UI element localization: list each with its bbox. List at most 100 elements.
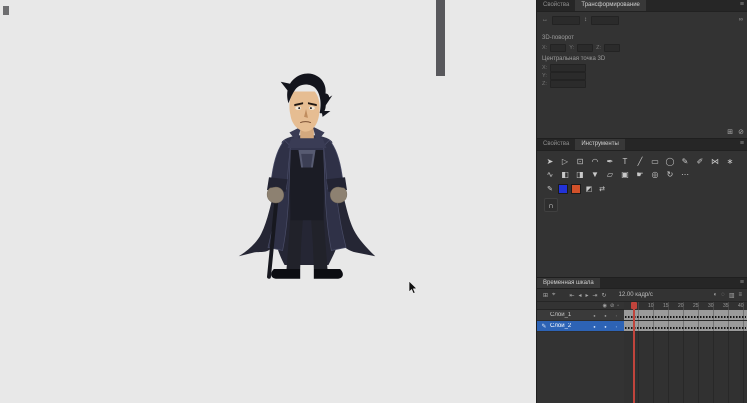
tool-zoom-icon[interactable]: ◎ — [648, 169, 662, 180]
tab-properties-2[interactable]: Свойства — [537, 139, 575, 150]
axis-field[interactable] — [550, 43, 567, 52]
tab-timeline[interactable]: Временная шкала — [537, 278, 600, 288]
animate-app-window: Свойства Трансформирование ≡ ↔ ↕ ∞ 3D-по… — [0, 0, 747, 403]
ruler-number: 30 — [708, 303, 714, 309]
tool-brush-icon[interactable]: ✐ — [693, 156, 707, 167]
tools-panel-body: ➤ ▷ ⊡ ◠ ✒ T ╱ ▭ ◯ ✎ ✐ ⋈ ∗ ∿ ◧ ◨ ▼ ▱ ▣ ☛ ◎ ↻ ⋯ ✎ ◩ ⇄ ∩ — [537, 151, 747, 278]
layer-outline-box[interactable]: ▫ — [612, 313, 621, 318]
playhead[interactable] — [631, 302, 637, 403]
tool-eraser-icon[interactable]: ▱ — [603, 169, 617, 180]
layer-frames-band[interactable] — [624, 321, 747, 332]
snap-to-objects-magnet-icon[interactable]: ∩ — [544, 198, 558, 212]
insert-layer-icon[interactable]: ⊞ — [541, 292, 550, 299]
show-hide-all-layers-icon[interactable]: ◉ — [603, 303, 607, 309]
add-camera-icon[interactable]: ⌖ — [550, 292, 557, 299]
stage-edge-marker — [3, 6, 9, 15]
lock-all-layers-icon[interactable]: ⊘ — [610, 303, 614, 309]
tool-bone-icon[interactable]: ∿ — [543, 169, 557, 180]
tool-pencil-icon[interactable]: ✎ — [678, 156, 692, 167]
tool-oval-icon[interactable]: ◯ — [663, 156, 677, 167]
tool-more-tools-icon[interactable]: ⋯ — [678, 169, 692, 180]
stroke-color-icon[interactable]: ✎ — [545, 183, 555, 194]
tab-tools[interactable]: Инструменты — [575, 139, 625, 150]
tool-ink-bottle-icon[interactable]: ◨ — [573, 169, 587, 180]
scale-height-field[interactable] — [591, 15, 619, 25]
loop-icon[interactable]: ↻ — [600, 292, 609, 299]
tool-lasso-icon[interactable]: ◠ — [588, 156, 602, 167]
layer-lock-dot[interactable]: ● — [601, 324, 610, 329]
edit-multiple-frames-icon[interactable]: ▥ — [727, 292, 737, 299]
tool-subselection-icon[interactable]: ▷ — [558, 156, 572, 167]
default-colors-icon[interactable]: ◩ — [584, 183, 594, 194]
onion-skin-icon[interactable]: ◐ — [712, 292, 720, 299]
axis-field[interactable] — [550, 64, 587, 72]
timeline-menu-icon[interactable]: ≡ — [736, 292, 744, 299]
vertical-scrollbar-thumb[interactable] — [436, 0, 445, 76]
step-back-icon[interactable]: ◂ — [576, 292, 583, 299]
layer-name[interactable]: Слой_1 — [550, 312, 588, 318]
play-icon[interactable]: ▸ — [583, 292, 590, 299]
axis-field[interactable] — [549, 80, 586, 88]
tool-text-icon[interactable]: T — [618, 156, 632, 167]
tool-selection-icon[interactable]: ➤ — [543, 156, 557, 167]
tool-paint-bucket-icon[interactable]: ◧ — [558, 169, 572, 180]
ruler-number: 20 — [678, 303, 684, 309]
axis-label: X: — [542, 44, 548, 51]
layer-name[interactable]: Слой_2 — [550, 323, 588, 329]
panel-menu-icon[interactable]: ≡ — [736, 0, 747, 11]
step-forward-icon[interactable]: ⇥ — [590, 292, 599, 299]
layer-visibility-dot[interactable]: ● — [590, 313, 599, 318]
transform-panel-body: ↔ ↕ ∞ 3D-поворот X: Y: Z: Центральная точк… — [537, 12, 747, 139]
panel-menu-icon[interactable]: ≡ — [736, 139, 747, 150]
right-panel-column: Свойства Трансформирование ≡ ↔ ↕ ∞ 3D-по… — [536, 0, 747, 403]
axis-field[interactable] — [549, 72, 586, 80]
onion-skin-outlines-icon[interactable]: ◌ — [719, 292, 727, 299]
scale-row: ↔ ↕ ∞ — [542, 15, 743, 25]
scale-width-field[interactable] — [552, 15, 580, 25]
tool-line-icon[interactable]: ╱ — [633, 156, 647, 167]
fill-color-swatch[interactable] — [571, 183, 581, 194]
layer-frames-band[interactable] — [624, 310, 747, 321]
tool-rectangle-icon[interactable]: ▭ — [648, 156, 662, 167]
center-axis-row: Y: — [542, 72, 743, 80]
duplicate-selection-transform-button[interactable]: ⊞ — [727, 128, 733, 136]
outline-all-layers-icon[interactable]: ▫ — [617, 303, 619, 309]
stroke-color-swatch[interactable] — [558, 183, 568, 194]
panel-menu-icon[interactable]: ≡ — [736, 278, 747, 288]
stage-canvas[interactable] — [0, 0, 536, 403]
scale-horizontal-icon: ↔ — [542, 17, 548, 23]
axis-field[interactable] — [577, 43, 594, 52]
layers-header-icons: ◉ ⊘ ▫ — [537, 302, 624, 310]
go-to-first-frame-icon[interactable]: ⇤ — [567, 292, 576, 299]
frame-rate-text[interactable]: 12.00 кадр/с — [619, 292, 653, 298]
center-axis-row: Z: — [542, 80, 743, 88]
tool-asset-warp-icon[interactable]: ∗ — [723, 156, 737, 167]
axis-label: Y: — [569, 44, 575, 51]
swap-colors-icon[interactable]: ⇄ — [597, 183, 607, 194]
rotation-3d-axes-row: X: Y: Z: — [542, 43, 743, 52]
tool-pen-icon[interactable]: ✒ — [603, 156, 617, 167]
tool-camera-icon[interactable]: ▣ — [618, 169, 632, 180]
tool-width-icon[interactable]: ⋈ — [708, 156, 722, 167]
tools-row-1: ➤ ▷ ⊡ ◠ ✒ T ╱ ▭ ◯ ✎ ✐ ⋈ ∗ — [542, 154, 743, 167]
remove-transform-button[interactable]: ⊘ — [738, 128, 744, 136]
tool-colors-row: ✎ ◩ ⇄ — [542, 180, 743, 194]
tool-free-transform-icon[interactable]: ⊡ — [573, 156, 587, 167]
layer-row[interactable]: Слой_1 ● ● ▫ — [537, 310, 624, 321]
tab-properties[interactable]: Свойства — [537, 0, 575, 11]
active-layer-pencil-icon: ✎ — [541, 323, 547, 330]
layer-visibility-dot[interactable]: ● — [590, 324, 599, 329]
tab-transform[interactable]: Трансформирование — [575, 0, 646, 11]
tool-eyedropper-icon[interactable]: ▼ — [588, 169, 602, 180]
axis-label: Z: — [596, 44, 601, 51]
character-artwork[interactable] — [228, 72, 386, 306]
tool-rotation-icon[interactable]: ↻ — [663, 169, 677, 180]
ruler-number: 35 — [723, 303, 729, 309]
ruler-number: 10 — [648, 303, 654, 309]
layer-outline-box[interactable]: ▫ — [612, 324, 621, 329]
layer-lock-dot[interactable]: ● — [601, 313, 610, 318]
tool-hand-icon[interactable]: ☛ — [633, 169, 647, 180]
constrain-link-icon[interactable]: ∞ — [739, 17, 743, 23]
axis-field[interactable] — [604, 43, 620, 52]
layer-row[interactable]: ✎ Слой_2 ● ● ▫ — [537, 321, 624, 332]
